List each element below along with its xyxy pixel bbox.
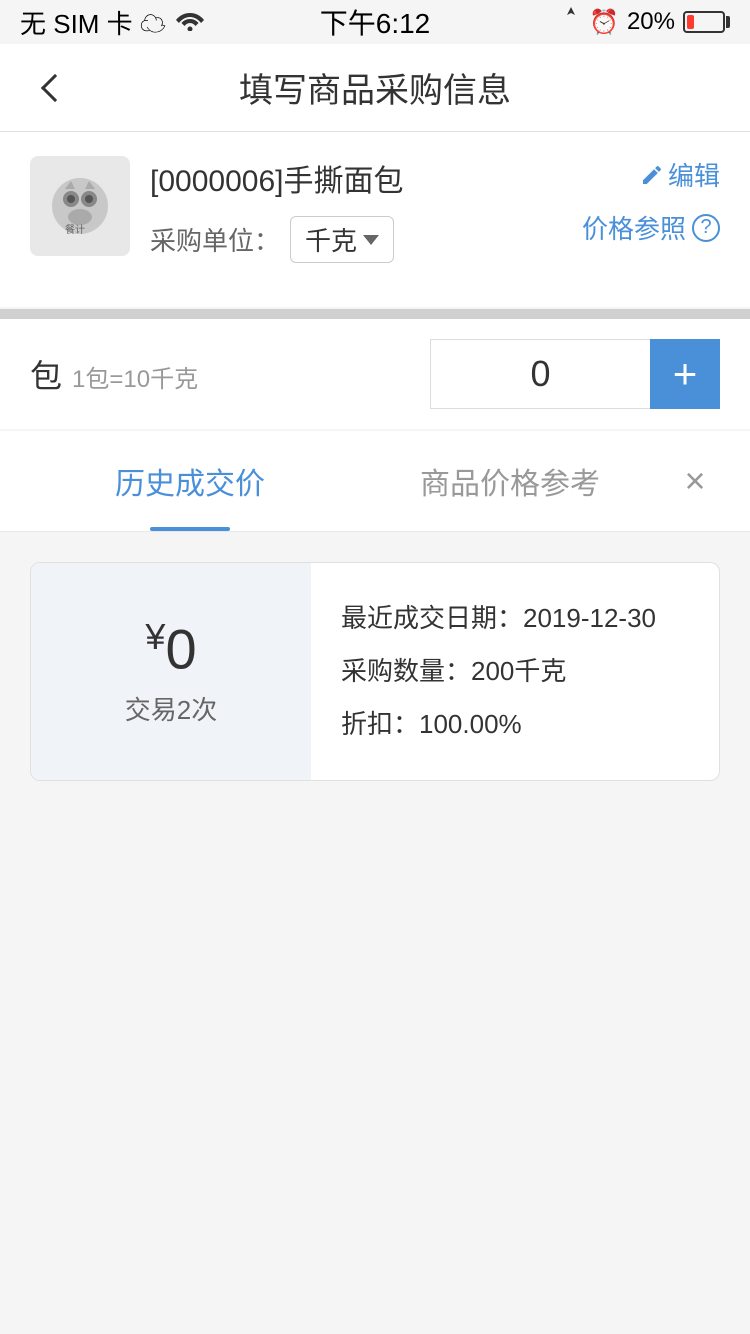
trade-count: 交易2次 bbox=[125, 690, 217, 727]
section-divider bbox=[0, 309, 750, 319]
battery-icon bbox=[683, 11, 730, 33]
location-icon bbox=[561, 7, 581, 38]
trade-card-left: ¥0 交易2次 bbox=[31, 563, 311, 780]
product-thumbnail: 餐计 bbox=[45, 171, 115, 241]
plus-button[interactable]: + bbox=[650, 339, 720, 409]
purchase-quantity-label: 采购数量： bbox=[341, 656, 471, 686]
edit-label: 编辑 bbox=[668, 156, 720, 193]
tab-header: 历史成交价 商品价格参考 × bbox=[0, 431, 750, 532]
unit-value: 千克 bbox=[305, 221, 357, 258]
price-value: 0 bbox=[165, 618, 196, 681]
trade-card: ¥0 交易2次 最近成交日期：2019-12-30 采购数量：200千克 折扣：… bbox=[30, 562, 720, 781]
trade-card-area: ¥0 交易2次 最近成交日期：2019-12-30 采购数量：200千克 折扣：… bbox=[0, 532, 750, 811]
svg-text:餐计: 餐计 bbox=[65, 223, 85, 236]
product-info: [0000006]手撕面包 采购单位： 千克 bbox=[150, 156, 403, 263]
trade-price: ¥0 bbox=[145, 616, 196, 682]
purchase-quantity-row: 采购数量：200千克 bbox=[341, 652, 689, 691]
product-image: 餐计 bbox=[30, 156, 130, 256]
alarm-icon: ⏰ bbox=[589, 8, 619, 37]
status-left: 无 SIM 卡 ☁ bbox=[20, 4, 206, 41]
wifi-icon bbox=[174, 7, 206, 38]
product-header: 餐计 [0000006]手撕面包 采购单位： 千克 bbox=[30, 156, 720, 263]
price-symbol: ¥ bbox=[145, 616, 165, 657]
unit-dropdown[interactable]: 千克 bbox=[290, 216, 394, 263]
discount-row: 折扣：100.00% bbox=[341, 705, 689, 744]
page-title: 填写商品采购信息 bbox=[239, 63, 511, 112]
discount-value: 100.00% bbox=[419, 709, 522, 739]
discount-label: 折扣： bbox=[341, 709, 419, 739]
tab-price-ref-label: 商品价格参考 bbox=[420, 468, 600, 501]
trade-card-right: 最近成交日期：2019-12-30 采购数量：200千克 折扣：100.00% bbox=[311, 563, 719, 780]
product-actions: 编辑 价格参照 ? bbox=[582, 156, 720, 246]
purchase-quantity-value: 200千克 bbox=[471, 656, 566, 686]
tab-price-ref[interactable]: 商品价格参考 bbox=[350, 431, 670, 531]
nav-bar: 填写商品采购信息 bbox=[0, 44, 750, 132]
unit-main: 包 bbox=[30, 351, 62, 397]
back-arrow-icon bbox=[41, 73, 69, 101]
tab-close-button[interactable]: × bbox=[670, 456, 720, 506]
back-button[interactable] bbox=[30, 63, 80, 113]
recent-date-value: 2019-12-30 bbox=[523, 603, 656, 633]
unit-sub: 1包=10千克 bbox=[72, 359, 198, 394]
recent-date-label: 最近成交日期： bbox=[341, 603, 523, 633]
edit-button[interactable]: 编辑 bbox=[640, 156, 720, 193]
product-name: [0000006]手撕面包 bbox=[150, 156, 403, 200]
edit-icon bbox=[640, 163, 664, 187]
quantity-input[interactable]: 0 bbox=[430, 339, 650, 409]
unit-label-group: 包 1包=10千克 bbox=[30, 351, 198, 397]
recent-date-row: 最近成交日期：2019-12-30 bbox=[341, 599, 689, 638]
dropdown-arrow-icon bbox=[363, 235, 379, 245]
tab-history-label: 历史成交价 bbox=[115, 468, 265, 501]
quantity-control: 0 + bbox=[430, 339, 720, 409]
tab-section: 历史成交价 商品价格参考 × bbox=[0, 431, 750, 532]
price-ref-label: 价格参照 bbox=[582, 209, 686, 246]
price-ref-button[interactable]: 价格参照 ? bbox=[582, 209, 720, 246]
status-bar: 无 SIM 卡 ☁ 下午6:12 ⏰ 20% bbox=[0, 0, 750, 44]
quantity-row: 包 1包=10千克 0 + bbox=[0, 319, 750, 429]
product-left: 餐计 [0000006]手撕面包 采购单位： 千克 bbox=[30, 156, 403, 263]
battery-percent: 20% bbox=[627, 8, 675, 36]
unit-label-text: 采购单位： bbox=[150, 221, 280, 258]
status-time: 下午6:12 bbox=[320, 2, 431, 42]
content-area: ¥0 交易2次 最近成交日期：2019-12-30 采购数量：200千克 折扣：… bbox=[0, 532, 750, 1132]
product-card: 餐计 [0000006]手撕面包 采购单位： 千克 bbox=[0, 132, 750, 307]
tab-history-price[interactable]: 历史成交价 bbox=[30, 431, 350, 531]
carrier-text: 无 SIM 卡 ☁ bbox=[20, 4, 166, 41]
info-icon: ? bbox=[692, 214, 720, 242]
product-unit-row: 采购单位： 千克 bbox=[150, 216, 403, 263]
status-right: ⏰ 20% bbox=[561, 7, 730, 38]
